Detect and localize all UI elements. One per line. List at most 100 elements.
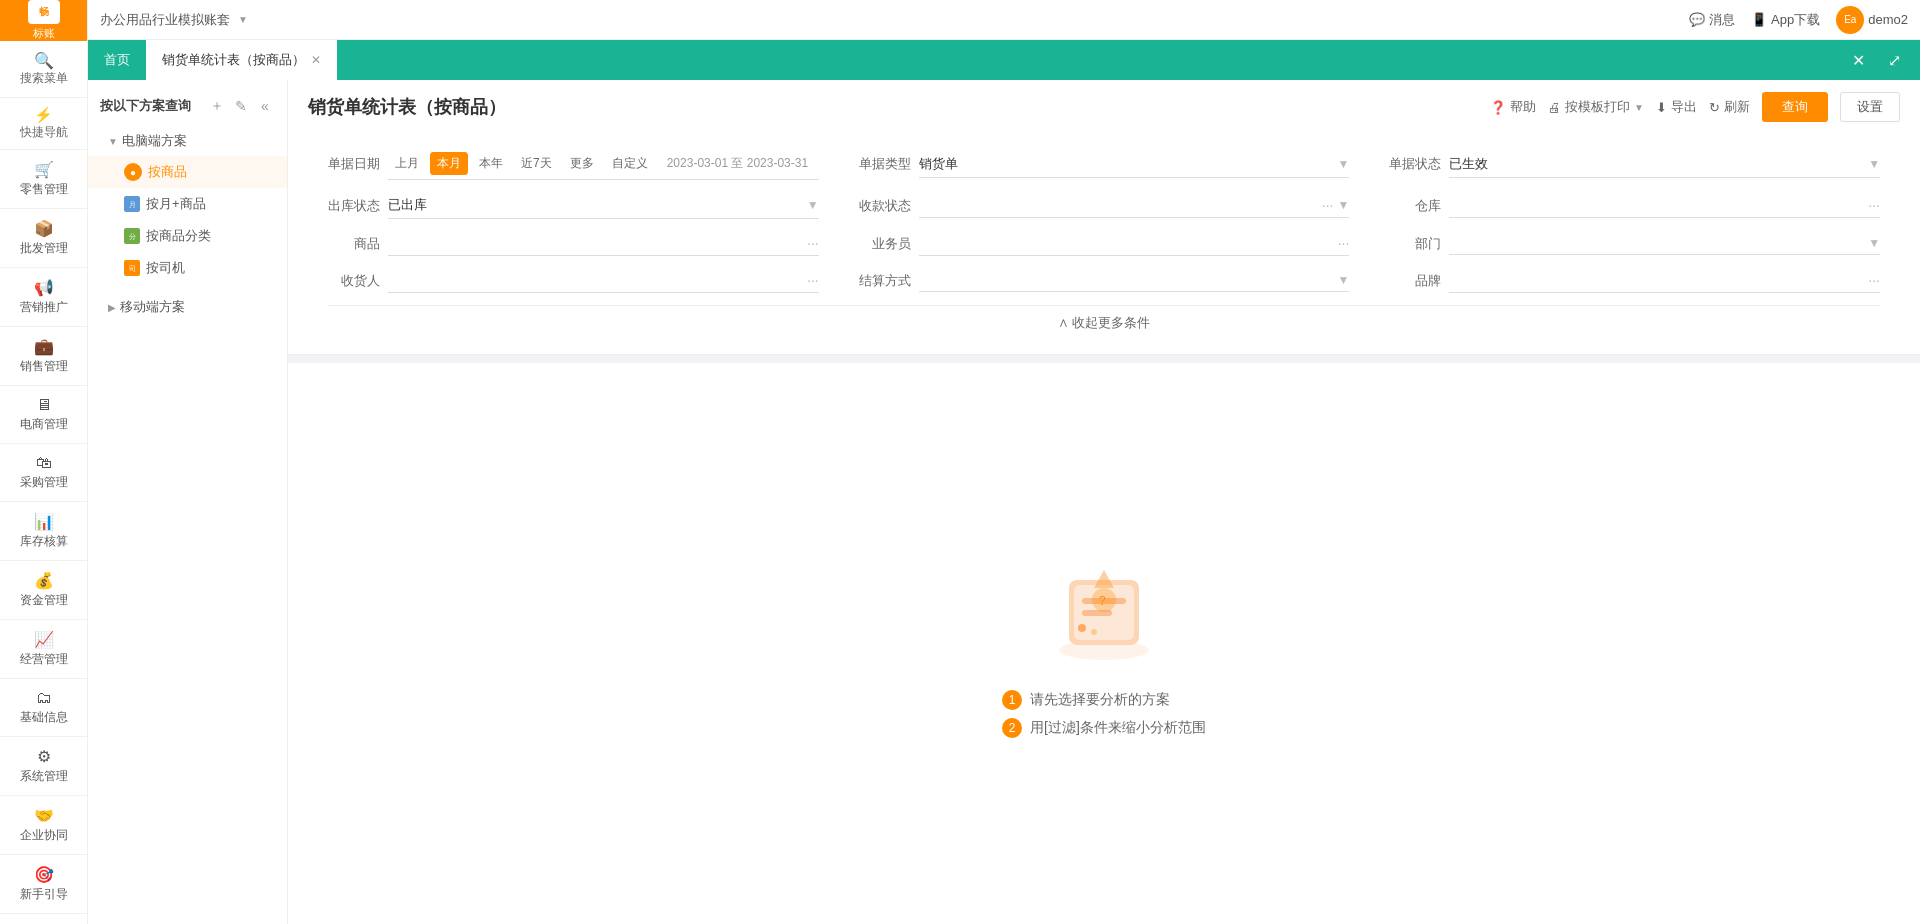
template-print-icon: 🖨 bbox=[1548, 100, 1561, 115]
salesperson-control[interactable]: ··· bbox=[919, 231, 1350, 256]
industry-dropdown-icon[interactable]: ▼ bbox=[238, 14, 248, 25]
date-this-month[interactable]: 本月 bbox=[430, 152, 468, 175]
filter-out-status: 出库状态 已出库 ▼ bbox=[328, 192, 819, 219]
empty-tip-2: 2 用[过滤]条件来缩小分析范围 bbox=[1002, 718, 1206, 738]
tab-home[interactable]: 首页 bbox=[88, 40, 146, 80]
payment-status-control[interactable]: ··· ▼ bbox=[919, 193, 1350, 218]
tab-minimize-btn[interactable]: ✕ bbox=[1844, 46, 1872, 74]
help-btn[interactable]: ❓ 帮助 bbox=[1490, 98, 1536, 116]
right-content: 销货单统计表（按商品） ❓ 帮助 🖨 按模板打印 ▼ ⬇ bbox=[288, 80, 1920, 924]
department-control[interactable]: ▼ bbox=[1449, 232, 1880, 255]
sidebar-item-app-center[interactable]: 🔧 应用中心 bbox=[0, 914, 87, 924]
enterprise-icon: 🤝 bbox=[34, 806, 54, 825]
empty-tips: 1 请先选择要分析的方案 2 用[过滤]条件来缩小分析范围 bbox=[1002, 690, 1206, 738]
sidebar-item-system[interactable]: ⚙ 系统管理 bbox=[0, 737, 87, 796]
collapse-bar[interactable]: ∧ 收起更多条件 bbox=[328, 305, 1880, 340]
sidebar: 畅 标账 🔍 搜索菜单 ⚡ 快捷导航 🛒 零售管理 📦 批发管理 📢 营销推广 … bbox=[0, 0, 88, 924]
date-7-days[interactable]: 近7天 bbox=[514, 152, 559, 175]
empty-illustration: ? bbox=[1044, 550, 1164, 670]
tabbar-actions: ✕ ⤢ bbox=[1844, 46, 1920, 74]
collapse-icon: ∧ bbox=[1058, 315, 1069, 330]
add-scheme-btn[interactable]: ＋ bbox=[207, 96, 227, 116]
tab-maximize-btn[interactable]: ⤢ bbox=[1880, 46, 1908, 74]
sidebar-item-retail[interactable]: 🛒 零售管理 bbox=[0, 150, 87, 209]
brand-control[interactable]: ··· bbox=[1449, 268, 1880, 293]
username: demo2 bbox=[1868, 12, 1908, 27]
date-last-month[interactable]: 上月 bbox=[388, 152, 426, 175]
product-control[interactable]: ··· bbox=[388, 231, 819, 256]
topbar-left: 办公用品行业模拟账套 ▼ bbox=[100, 11, 248, 29]
sidebar-search[interactable]: 🔍 搜索菜单 bbox=[0, 41, 87, 98]
empty-state: ? 1 请先选择要分析的方案 2 用[过滤]条件来缩小分析范围 bbox=[288, 363, 1920, 924]
scheme-by-cashier[interactable]: 司 按司机 bbox=[88, 252, 287, 284]
collapse-panel-btn[interactable]: « bbox=[255, 96, 275, 116]
page-header: 销货单统计表（按商品） ❓ 帮助 🖨 按模板打印 ▼ ⬇ bbox=[288, 80, 1920, 355]
message-label: 消息 bbox=[1709, 11, 1735, 29]
empty-tip-1: 1 请先选择要分析的方案 bbox=[1002, 690, 1206, 710]
recipient-dots: ··· bbox=[807, 272, 819, 288]
refresh-btn[interactable]: ↻ 刷新 bbox=[1709, 98, 1750, 116]
newbie-icon: 🎯 bbox=[34, 865, 54, 884]
recipient-control[interactable]: ··· bbox=[388, 268, 819, 293]
sidebar-item-basic[interactable]: 🗂 基础信息 bbox=[0, 679, 87, 737]
sidebar-item-ecommerce[interactable]: 🖥 电商管理 bbox=[0, 386, 87, 444]
date-range-display: 2023-03-01 至 2023-03-31 bbox=[667, 155, 808, 172]
message-btn[interactable]: 💬 消息 bbox=[1689, 11, 1735, 29]
tab-sales-stats[interactable]: 销货单统计表（按商品） ✕ bbox=[146, 40, 337, 80]
filter-row-2: 出库状态 已出库 ▼ 收款状态 ··· ▼ bbox=[328, 192, 1880, 219]
scheme-by-product[interactable]: ● 按商品 bbox=[88, 156, 287, 188]
warehouse-dots: ··· bbox=[1868, 197, 1880, 213]
basic-icon: 🗂 bbox=[36, 689, 52, 707]
scheme-by-month-product[interactable]: 月 按月+商品 bbox=[88, 188, 287, 220]
main-area: 办公用品行业模拟账套 ▼ 💬 消息 📱 App下载 Ea demo2 首页 bbox=[88, 0, 1920, 924]
doc-status-control[interactable]: 已生效 ▼ bbox=[1449, 151, 1880, 178]
date-custom[interactable]: 自定义 bbox=[605, 152, 655, 175]
filter-settlement: 结算方式 ▼ bbox=[859, 269, 1350, 292]
template-print-btn[interactable]: 🖨 按模板打印 ▼ bbox=[1548, 98, 1644, 116]
marketing-icon: 📢 bbox=[34, 278, 54, 297]
app-download-btn[interactable]: 📱 App下载 bbox=[1751, 11, 1820, 29]
filter-recipient: 收货人 ··· bbox=[328, 268, 819, 293]
scheme-group-desktop-title[interactable]: ▼ 电脑端方案 bbox=[88, 126, 287, 156]
ecommerce-icon: 🖥 bbox=[36, 396, 52, 414]
svg-point-14 bbox=[1091, 629, 1097, 635]
query-button[interactable]: 查询 bbox=[1762, 92, 1828, 122]
settlement-control[interactable]: ▼ bbox=[919, 269, 1350, 292]
doc-type-label: 单据类型 bbox=[859, 155, 919, 173]
export-icon: ⬇ bbox=[1656, 100, 1667, 115]
sidebar-item-inventory[interactable]: 📊 库存核算 bbox=[0, 502, 87, 561]
sidebar-item-wholesale[interactable]: 📦 批发管理 bbox=[0, 209, 87, 268]
doc-type-control[interactable]: 销货单 ▼ bbox=[919, 151, 1350, 178]
doc-type-value: 销货单 bbox=[919, 155, 1334, 173]
scheme-by-category[interactable]: 分 按商品分类 bbox=[88, 220, 287, 252]
sidebar-logo: 畅 标账 bbox=[0, 0, 88, 41]
scheme-by-month-label: 按月+商品 bbox=[146, 195, 206, 213]
sidebar-quick-nav[interactable]: ⚡ 快捷导航 bbox=[0, 98, 87, 150]
sidebar-item-marketing[interactable]: 📢 营销推广 bbox=[0, 268, 87, 327]
settings-button[interactable]: 设置 bbox=[1840, 92, 1900, 122]
payment-status-label: 收款状态 bbox=[859, 197, 919, 215]
out-status-control[interactable]: 已出库 ▼ bbox=[388, 192, 819, 219]
page-header-actions: ❓ 帮助 🖨 按模板打印 ▼ ⬇ 导出 ↻ bbox=[1490, 92, 1900, 122]
export-btn[interactable]: ⬇ 导出 bbox=[1656, 98, 1697, 116]
tab-close-btn[interactable]: ✕ bbox=[311, 53, 321, 67]
svg-text:月: 月 bbox=[129, 201, 136, 208]
edit-scheme-btn[interactable]: ✎ bbox=[231, 96, 251, 116]
sidebar-item-sales[interactable]: 💼 销售管理 bbox=[0, 327, 87, 386]
sidebar-item-operations[interactable]: 📈 经营管理 bbox=[0, 620, 87, 679]
product-label: 商品 bbox=[328, 235, 388, 253]
app-download-label: App下载 bbox=[1771, 11, 1820, 29]
date-this-year[interactable]: 本年 bbox=[472, 152, 510, 175]
sidebar-item-purchase[interactable]: 🛍 采购管理 bbox=[0, 444, 87, 502]
user-profile[interactable]: Ea demo2 bbox=[1836, 6, 1908, 34]
sidebar-item-enterprise-collab[interactable]: 🤝 企业协同 bbox=[0, 796, 87, 855]
doc-type-chevron: ▼ bbox=[1337, 157, 1349, 171]
scheme-group-mobile-title[interactable]: ▶ 移动端方案 bbox=[88, 292, 287, 322]
warehouse-control[interactable]: ··· bbox=[1449, 193, 1880, 218]
left-panel: 按以下方案查询 ＋ ✎ « ▼ 电脑端方案 ● 按商品 bbox=[88, 80, 288, 924]
scheme-by-product-label: 按商品 bbox=[148, 163, 187, 181]
sidebar-search-label: 搜索菜单 bbox=[20, 71, 68, 85]
date-more[interactable]: 更多 bbox=[563, 152, 601, 175]
sidebar-item-newbie[interactable]: 🎯 新手引导 bbox=[0, 855, 87, 914]
sidebar-item-finance[interactable]: 💰 资金管理 bbox=[0, 561, 87, 620]
